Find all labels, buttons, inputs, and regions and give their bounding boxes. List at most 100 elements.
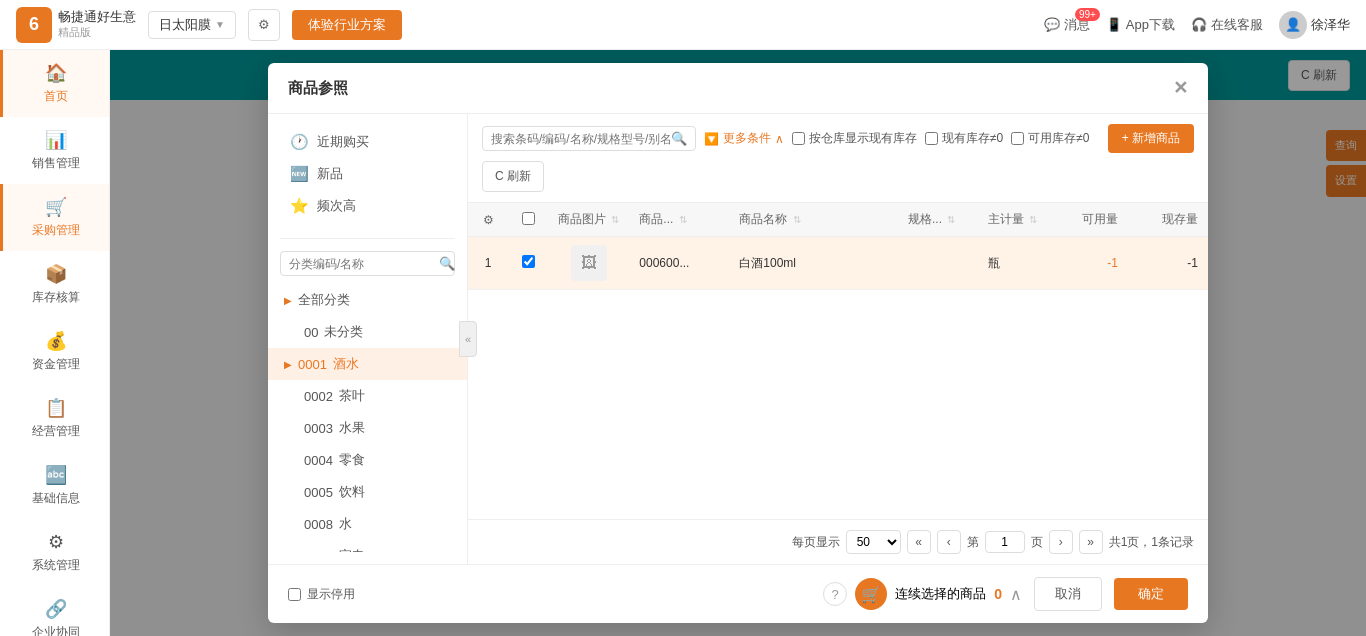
- category-all[interactable]: ▶ 全部分类: [268, 284, 467, 316]
- category-uncategorized[interactable]: 00 未分类: [268, 316, 467, 348]
- col-header-code[interactable]: 商品... ⇅: [629, 203, 729, 237]
- prev-page-button[interactable]: ‹: [937, 530, 961, 554]
- col-unit-label: 主计量: [988, 212, 1024, 226]
- next-page-button[interactable]: ›: [1049, 530, 1073, 554]
- sidebar-item-label: 经营管理: [32, 423, 80, 440]
- refresh-button[interactable]: C 刷新: [482, 161, 544, 192]
- gear-icon: ⚙: [258, 17, 270, 32]
- col-header-avail[interactable]: 可用量: [1048, 203, 1128, 237]
- app-download-item[interactable]: 📱 App下载: [1106, 16, 1175, 34]
- user-info[interactable]: 👤 徐泽华: [1279, 11, 1350, 39]
- sidebar-item-operations[interactable]: 📋 经营管理: [0, 385, 109, 452]
- gear-button[interactable]: ⚙: [248, 9, 280, 41]
- col-name-label: 商品名称: [739, 212, 787, 226]
- divider: [280, 238, 455, 239]
- category-drinks[interactable]: 0005 饮料: [268, 476, 467, 508]
- help-icon-button[interactable]: ?: [823, 582, 847, 606]
- row-code: 000600...: [629, 237, 729, 290]
- frequent-item[interactable]: ⭐ 频次高: [280, 190, 455, 222]
- add-product-button[interactable]: + 新增商品: [1108, 124, 1194, 153]
- new-product-item[interactable]: 🆕 新品: [280, 158, 455, 190]
- checkbox-stock[interactable]: 现有库存≠0: [925, 130, 1003, 147]
- sidebar-item-label: 销售管理: [32, 155, 80, 172]
- show-disabled-label: 显示停用: [307, 586, 355, 603]
- col-header-stock[interactable]: 现存量: [1128, 203, 1208, 237]
- sidebar-item-purchase[interactable]: 🛒 采购管理: [0, 184, 109, 251]
- category-tea[interactable]: 0002 茶叶: [268, 380, 467, 412]
- page-number-input[interactable]: [985, 531, 1025, 553]
- row-select-checkbox[interactable]: [522, 255, 535, 268]
- category-search-row[interactable]: 🔍: [280, 251, 455, 276]
- checkbox-avail[interactable]: 可用库存≠0: [1011, 130, 1089, 147]
- checkbox-warehouse[interactable]: 按仓库显示现有库存: [792, 130, 917, 147]
- store-selector[interactable]: 日太阳膜 ▼: [148, 11, 236, 39]
- checkbox-warehouse-input[interactable]: [792, 132, 805, 145]
- category-snacks[interactable]: 0004 零食: [268, 444, 467, 476]
- checkbox-stock-input[interactable]: [925, 132, 938, 145]
- row-stock: -1: [1128, 237, 1208, 290]
- col-spec-label: 规格...: [908, 212, 942, 226]
- last-page-button[interactable]: »: [1079, 530, 1103, 554]
- sidebar-item-home[interactable]: 🏠 首页: [0, 50, 109, 117]
- show-disabled-checkbox[interactable]: 显示停用: [288, 586, 355, 603]
- col-header-spec[interactable]: 规格... ⇅: [898, 203, 978, 237]
- star-icon: ⭐: [290, 197, 309, 215]
- home-icon: 🏠: [45, 62, 67, 84]
- col-header-unit[interactable]: 主计量 ⇅: [978, 203, 1048, 237]
- page-size-select[interactable]: 50 100 200: [846, 530, 901, 554]
- expand-active-icon: ▶: [284, 359, 292, 370]
- modal-close-button[interactable]: ✕: [1173, 77, 1188, 99]
- modal-right-panel: 🔍 🔽 更多条件 ∧ 按仓库显示现有库存: [468, 114, 1208, 564]
- sales-icon: 📊: [45, 129, 67, 151]
- sidebar-item-finance[interactable]: 💰 资金管理: [0, 318, 109, 385]
- sidebar-item-enterprise[interactable]: 🔗 企业协同: [0, 586, 109, 636]
- checkbox-avail-input[interactable]: [1011, 132, 1024, 145]
- cart-icon-button[interactable]: 🛒: [855, 578, 887, 610]
- category-search-input[interactable]: [289, 257, 439, 271]
- modal-header: 商品参照 ✕: [268, 63, 1208, 114]
- category-appliance[interactable]: 0010 家电: [268, 540, 467, 552]
- category-search-icon[interactable]: 🔍: [439, 256, 455, 271]
- panel-collapse-button[interactable]: «: [459, 321, 477, 357]
- service-item[interactable]: 🎧 在线客服: [1191, 16, 1263, 34]
- sidebar-item-label: 采购管理: [32, 222, 80, 239]
- store-name: 日太阳膜: [159, 16, 211, 34]
- sort-icon-unit: ⇅: [1029, 214, 1037, 225]
- category-water[interactable]: 0008 水: [268, 508, 467, 540]
- modal-title: 商品参照: [288, 79, 348, 98]
- table-row[interactable]: 1 🖼 000600... 白酒100ml 瓶: [468, 237, 1208, 290]
- row-checkbox[interactable]: [508, 237, 548, 290]
- recent-purchase-item[interactable]: 🕐 近期购买: [280, 126, 455, 158]
- sidebar-item-basics[interactable]: 🔤 基础信息: [0, 452, 109, 519]
- product-search-wrap[interactable]: 🔍: [482, 126, 696, 151]
- collapse-cart-button[interactable]: ∧: [1010, 585, 1022, 604]
- cancel-button[interactable]: 取消: [1034, 577, 1102, 611]
- category-liquor[interactable]: ▶ 0001 酒水: [268, 348, 467, 380]
- category-list: ▶ 全部分类 00 未分类 ▶ 0001 酒水: [268, 284, 467, 552]
- logo-icon: 6: [16, 7, 52, 43]
- sidebar-item-inventory[interactable]: 📦 库存核算: [0, 251, 109, 318]
- modal-left-panel: 🕐 近期购买 🆕 新品 ⭐ 频次高: [268, 114, 468, 564]
- sidebar-item-sales[interactable]: 📊 销售管理: [0, 117, 109, 184]
- product-search-input[interactable]: [491, 132, 671, 146]
- messages-badge: 99+: [1075, 8, 1100, 21]
- col-header-settings[interactable]: ⚙: [468, 203, 508, 237]
- search-icon[interactable]: 🔍: [671, 131, 687, 146]
- col-header-name[interactable]: 商品名称 ⇅: [729, 203, 898, 237]
- clock-icon: 🕐: [290, 133, 309, 151]
- sidebar-item-system[interactable]: ⚙ 系统管理: [0, 519, 109, 586]
- col-header-checkbox[interactable]: [508, 203, 548, 237]
- messages-nav-item[interactable]: 💬 消息 99+: [1044, 16, 1090, 34]
- select-all-checkbox[interactable]: [522, 212, 535, 225]
- operations-icon: 📋: [45, 397, 67, 419]
- avatar: 👤: [1279, 11, 1307, 39]
- first-page-button[interactable]: «: [907, 530, 931, 554]
- filter-button[interactable]: 🔽 更多条件 ∧: [704, 130, 784, 147]
- category-fruit[interactable]: 0003 水果: [268, 412, 467, 444]
- col-header-img[interactable]: 商品图片 ⇅: [548, 203, 629, 237]
- show-disabled-input[interactable]: [288, 588, 301, 601]
- confirm-button[interactable]: 确定: [1114, 578, 1188, 610]
- trial-button[interactable]: 体验行业方案: [292, 10, 402, 40]
- filter-label: 更多条件: [723, 130, 771, 147]
- sidebar-item-label: 系统管理: [32, 557, 80, 574]
